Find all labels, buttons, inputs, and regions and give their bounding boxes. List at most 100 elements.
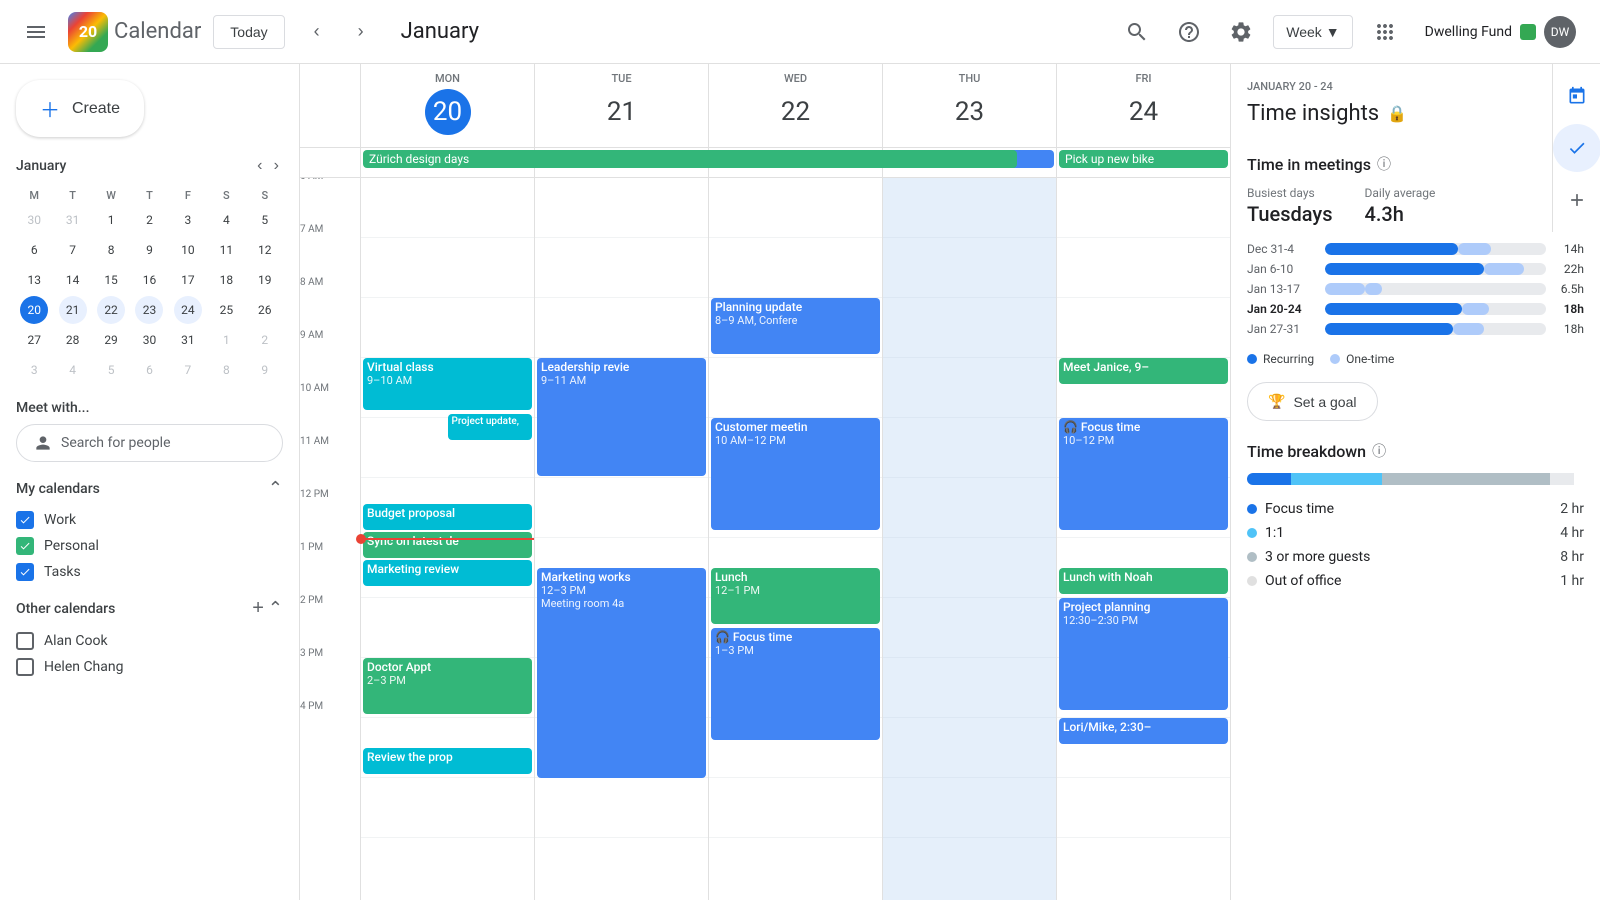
other-calendars-toggle-button[interactable]: ⌃ xyxy=(268,598,283,619)
mini-cal-prev-button[interactable]: ‹ xyxy=(253,153,266,179)
mini-cal-day[interactable]: 21 xyxy=(59,296,87,324)
mini-cal-day[interactable]: 30 xyxy=(135,326,163,354)
mini-cal-day[interactable]: 26 xyxy=(251,296,279,324)
view-selector-button[interactable]: Week ▼ xyxy=(1273,15,1352,49)
meet-janice-event[interactable]: Meet Janice, 9– xyxy=(1059,358,1228,384)
mini-cal-day[interactable]: 22 xyxy=(97,296,125,324)
side-check-icon-button[interactable] xyxy=(1553,124,1600,172)
focus-time-wed-event[interactable]: 🎧 Focus time 1–3 PM xyxy=(711,628,880,740)
mini-cal-day[interactable]: 25 xyxy=(212,296,240,324)
mini-cal-day[interactable]: 27 xyxy=(20,326,48,354)
mini-cal-day[interactable]: 4 xyxy=(212,206,240,234)
account-area[interactable]: Dwelling Fund DW xyxy=(1417,12,1584,52)
mini-cal-day[interactable]: 16 xyxy=(135,266,163,294)
mini-cal-day[interactable]: 10 xyxy=(174,236,202,264)
mini-cal-day[interactable]: 6 xyxy=(135,356,163,384)
mini-cal-day[interactable]: 2 xyxy=(251,326,279,354)
lunch-event[interactable]: Lunch 12–1 PM xyxy=(711,568,880,624)
project-planning-event[interactable]: Project planning 12:30–2:30 PM xyxy=(1059,598,1228,710)
search-button[interactable] xyxy=(1117,12,1157,52)
calendar-item-work[interactable]: Work xyxy=(16,507,283,533)
mini-cal-day[interactable]: 30 xyxy=(20,206,48,234)
tasks-calendar-checkbox[interactable] xyxy=(16,563,34,581)
review-prop-event[interactable]: Review the prop xyxy=(363,748,532,774)
hamburger-button[interactable] xyxy=(16,12,56,52)
alan-calendar-checkbox[interactable] xyxy=(16,632,34,650)
focus-time-fri-event[interactable]: 🎧 Focus time 10–12 PM xyxy=(1059,418,1228,530)
mini-cal-day[interactable]: 9 xyxy=(135,236,163,264)
mini-cal-day[interactable]: 23 xyxy=(135,296,163,324)
planning-update-event[interactable]: Planning update 8–9 AM, Confere xyxy=(711,298,880,354)
time-meetings-info-icon[interactable]: ⓘ xyxy=(1377,154,1391,174)
next-period-button[interactable]: › xyxy=(341,12,381,52)
day-num-tue[interactable]: 21 xyxy=(599,89,645,135)
doctor-appt-event[interactable]: Doctor Appt 2–3 PM xyxy=(363,658,532,714)
mini-cal-day[interactable]: 12 xyxy=(251,236,279,264)
mini-cal-day[interactable]: 11 xyxy=(212,236,240,264)
customer-meeting-event[interactable]: Customer meetin 10 AM–12 PM xyxy=(711,418,880,530)
mini-cal-day[interactable]: 29 xyxy=(97,326,125,354)
day-num-thu[interactable]: 23 xyxy=(947,89,993,135)
marketing-workshop-event[interactable]: Marketing works 12–3 PM Meeting room 4a xyxy=(537,568,706,778)
help-button[interactable] xyxy=(1169,12,1209,52)
lori-mike-event[interactable]: Lori/Mike, 2:30– xyxy=(1059,718,1228,744)
create-button[interactable]: ＋ Create xyxy=(16,80,144,137)
day-num-fri[interactable]: 24 xyxy=(1121,89,1167,135)
mini-cal-day[interactable]: 3 xyxy=(174,206,202,234)
calendar-item-tasks[interactable]: Tasks xyxy=(16,559,283,585)
today-button[interactable]: Today xyxy=(213,15,284,49)
mini-cal-day[interactable]: 31 xyxy=(59,206,87,234)
sync-latest-event[interactable]: Sync on latest de xyxy=(363,532,532,558)
mini-cal-day[interactable]: 17 xyxy=(174,266,202,294)
time-breakdown-info-icon[interactable]: ⓘ xyxy=(1372,441,1386,461)
mini-cal-day[interactable]: 18 xyxy=(212,266,240,294)
prev-period-button[interactable]: ‹ xyxy=(297,12,337,52)
mini-cal-next-button[interactable]: › xyxy=(270,153,283,179)
side-plus-icon-button[interactable] xyxy=(1553,176,1600,224)
personal-calendar-checkbox[interactable] xyxy=(16,537,34,555)
apps-button[interactable] xyxy=(1365,12,1405,52)
mini-cal-day[interactable]: 13 xyxy=(20,266,48,294)
budget-proposal-event[interactable]: Budget proposal xyxy=(363,504,532,530)
app-logo[interactable]: 20 Calendar xyxy=(68,12,201,52)
pick-up-bike-event[interactable]: Pick up new bike xyxy=(1059,150,1228,168)
search-people-input[interactable]: Search for people xyxy=(16,424,283,462)
helen-calendar-checkbox[interactable] xyxy=(16,658,34,676)
mini-cal-day[interactable]: 9 xyxy=(251,356,279,384)
mini-cal-day[interactable]: 14 xyxy=(59,266,87,294)
mini-cal-day[interactable]: 5 xyxy=(251,206,279,234)
day-num-wed[interactable]: 22 xyxy=(773,89,819,135)
virtual-class-event[interactable]: Virtual class 9–10 AM xyxy=(363,358,532,410)
calendar-item-alan[interactable]: Alan Cook xyxy=(16,628,283,654)
add-other-calendar-button[interactable]: + xyxy=(252,597,264,620)
settings-button[interactable] xyxy=(1221,12,1261,52)
user-avatar[interactable]: DW xyxy=(1544,16,1576,48)
mini-cal-today[interactable]: 20 xyxy=(20,296,48,324)
mini-cal-day[interactable]: 7 xyxy=(174,356,202,384)
mini-cal-day[interactable]: 8 xyxy=(97,236,125,264)
project-update-event[interactable]: Project update, xyxy=(448,414,533,440)
mini-cal-day[interactable]: 28 xyxy=(59,326,87,354)
mini-cal-day[interactable]: 4 xyxy=(59,356,87,384)
zurich-design-days-event[interactable]: Zürich design days xyxy=(363,150,1017,168)
marketing-review-event[interactable]: Marketing review xyxy=(363,560,532,586)
calendar-item-helen[interactable]: Helen Chang xyxy=(16,654,283,680)
work-calendar-checkbox[interactable] xyxy=(16,511,34,529)
lunch-noah-event[interactable]: Lunch with Noah xyxy=(1059,568,1228,594)
mini-cal-day[interactable]: 7 xyxy=(59,236,87,264)
mini-cal-day[interactable]: 2 xyxy=(135,206,163,234)
mini-cal-day[interactable]: 5 xyxy=(97,356,125,384)
mini-cal-day[interactable]: 6 xyxy=(20,236,48,264)
mini-cal-day[interactable]: 31 xyxy=(174,326,202,354)
my-calendars-toggle-button[interactable]: ⌃ xyxy=(268,478,283,499)
mini-cal-day[interactable]: 1 xyxy=(97,206,125,234)
mini-cal-day[interactable]: 8 xyxy=(212,356,240,384)
set-goal-button[interactable]: 🏆 Set a goal xyxy=(1247,382,1378,421)
mini-cal-day[interactable]: 15 xyxy=(97,266,125,294)
mini-cal-day[interactable]: 1 xyxy=(212,326,240,354)
leadership-review-event[interactable]: Leadership revie 9–11 AM xyxy=(537,358,706,476)
side-calendar-icon-button[interactable] xyxy=(1553,72,1600,120)
mini-cal-day[interactable]: 3 xyxy=(20,356,48,384)
day-num-mon[interactable]: 20 xyxy=(425,89,471,135)
mini-cal-day[interactable]: 24 xyxy=(174,296,202,324)
